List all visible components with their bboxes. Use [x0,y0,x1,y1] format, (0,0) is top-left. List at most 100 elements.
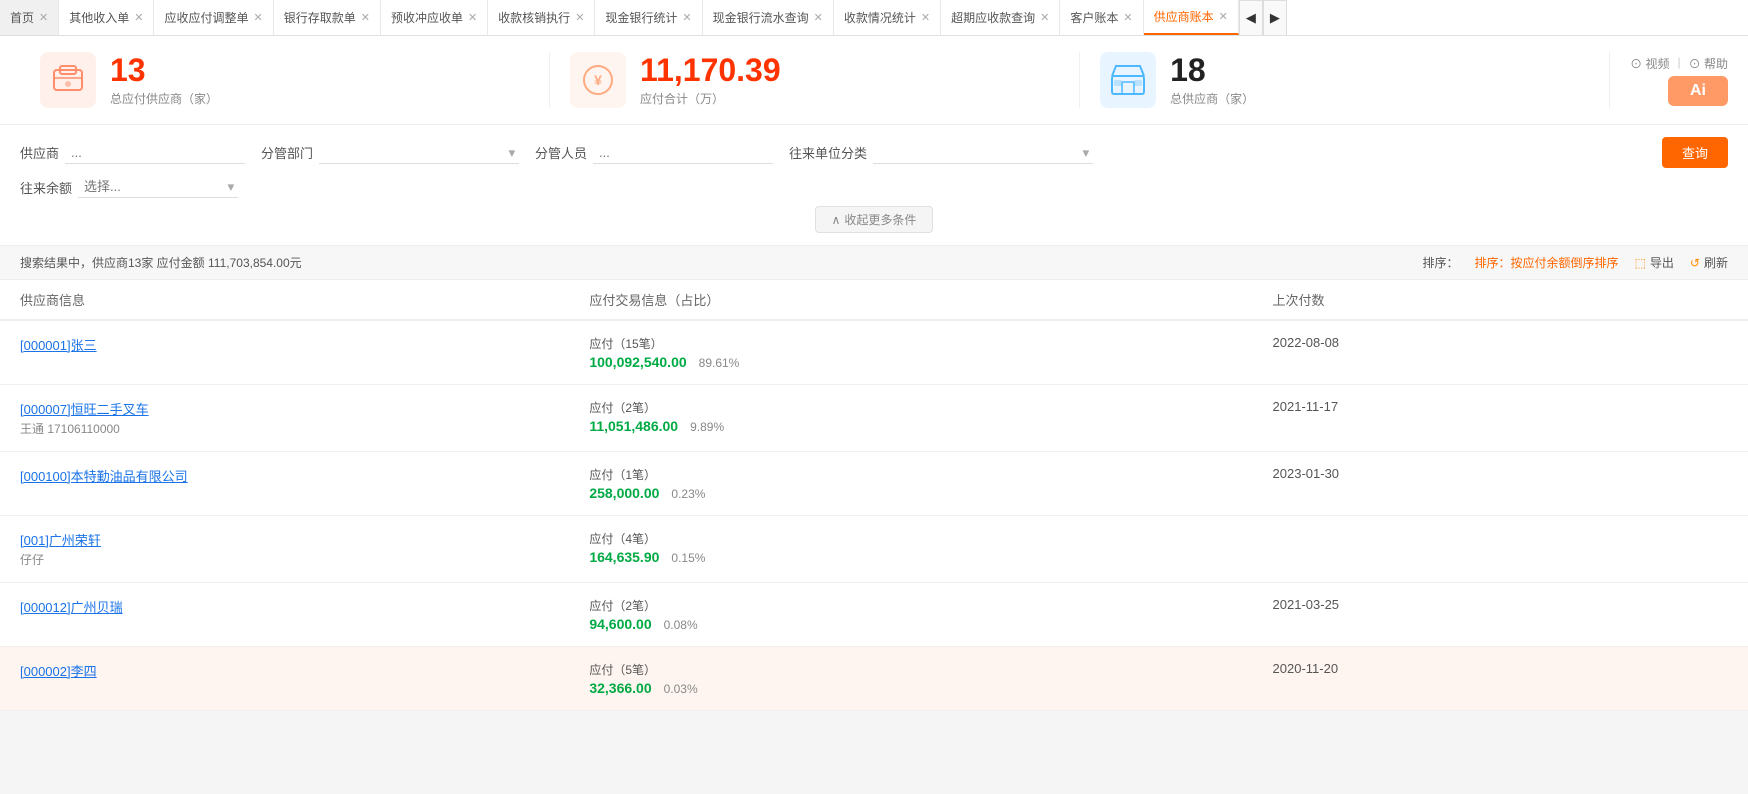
nav-tab-overdue-ar-close[interactable]: ✕ [1040,11,1049,24]
nav-tab-receipt-verify-label: 收款核销执行 [498,9,570,26]
header-help-row: ⊙ 视频 | ⊙ 帮助 [1630,55,1728,72]
nav-tab-ar-ap-adjust-label: 应收应付调整单 [164,9,248,26]
nav-tab-cash-bank-flow[interactable]: 现金银行流水查询 ✕ [703,0,834,35]
trans-amount-row: 32,366.00 0.03% [589,678,1272,696]
nav-tab-receipt-stat-label: 收款情况统计 [844,9,916,26]
trans-amount: 94,600.00 [589,616,651,632]
trans-label: 应付（2笔） [589,399,1272,416]
balance-dropdown-icon[interactable]: ▾ [227,179,234,195]
nav-tab-supplier-ledger[interactable]: 供应商账本 ✕ [1144,0,1239,35]
stat2-number: 11,170.39 [640,54,781,86]
stat3-text: 18 总供应商（家） [1170,54,1254,107]
data-table: 供应商信息 应付交易信息（占比） 上次付数 [000001]张三 应付（15笔）… [0,280,1748,711]
results-bar: 搜索结果中，供应商13家 应付金额 111,703,854.00元 排序： 排序… [0,246,1748,280]
col-header-lastpay: 上次付数 [1273,290,1728,309]
nav-tab-supplier-ledger-close[interactable]: ✕ [1219,10,1228,23]
supplier-sub-info: 仔仔 [20,551,589,568]
supplier-link[interactable]: [000100]本特勤油品有限公司 [20,469,188,484]
filter-category: 往来单位分类 ▾ [789,142,1093,164]
nav-right-arrow[interactable]: ▶ [1263,0,1287,36]
nav-tab-home[interactable]: 首页 ✕ [0,0,59,35]
trans-amount: 100,092,540.00 [589,354,686,370]
supplier-info-col: [001]广州荣轩 仔仔 [20,530,589,568]
stat1-text: 13 总应付供应商（家） [110,54,218,107]
stat1-number: 13 [110,54,218,86]
supplier-link[interactable]: [000001]张三 [20,338,97,353]
balance-select[interactable] [78,176,238,198]
supplier-info-col: [000012]广州贝瑞 [20,597,589,616]
nav-tab-ar-ap-adjust-close[interactable]: ✕ [253,11,262,24]
balance-select-wrap: ▾ [78,176,238,198]
nav-tab-receipt-stat-close[interactable]: ✕ [921,11,930,24]
supplier-sub-info: 王通 17106110000 [20,420,589,437]
export-button[interactable]: ⬚ 导出 [1635,254,1674,271]
nav-tab-overdue-ar[interactable]: 超期应收款查询 ✕ [941,0,1060,35]
stat-total-suppliers: 18 总供应商（家） [1080,52,1610,108]
stat2-text: 11,170.39 应付合计（万） [640,54,781,107]
search-button[interactable]: 查询 [1662,137,1728,168]
nav-tab-customer-ledger-close[interactable]: ✕ [1123,11,1132,24]
transaction-col: 应付（2笔） 11,051,486.00 9.89% [589,399,1272,434]
nav-tab-bank-deposit-label: 银行存取款单 [284,9,356,26]
stat-total-payable-amount: ¥ 11,170.39 应付合计（万） [550,52,1080,108]
nav-tab-receipt-verify[interactable]: 收款核销执行 ✕ [488,0,595,35]
trans-amount-row: 94,600.00 0.08% [589,614,1272,632]
trans-amount-row: 100,092,540.00 89.61% [589,352,1272,370]
dept-dropdown-icon[interactable]: ▾ [509,145,516,161]
stat3-number: 18 [1170,54,1254,86]
trans-amount-row: 164,635.90 0.15% [589,547,1272,565]
nav-tab-receipt-stat[interactable]: 收款情况统计 ✕ [834,0,941,35]
nav-left-arrow[interactable]: ◀ [1239,0,1263,36]
stat-icon-suppliers [40,52,96,108]
nav-tab-bank-deposit-close[interactable]: ✕ [361,11,370,24]
supplier-info-col: [000002]李四 [20,661,589,680]
supplier-link[interactable]: [000002]李四 [20,664,97,679]
transaction-col: 应付（4笔） 164,635.90 0.15% [589,530,1272,565]
transaction-col: 应付（1笔） 258,000.00 0.23% [589,466,1272,501]
nav-tab-prepay-offset[interactable]: 预收冲应收单 ✕ [381,0,488,35]
nav-tab-cash-bank-stat[interactable]: 现金银行统计 ✕ [595,0,702,35]
trans-amount: 164,635.90 [589,549,659,565]
last-pay-col: 2020-11-20 [1273,661,1728,676]
last-pay-col: 2022-08-08 [1273,335,1728,350]
col-header-supplier: 供应商信息 [20,290,589,309]
trans-amount-row: 11,051,486.00 9.89% [589,416,1272,434]
supplier-link[interactable]: [001]广州荣轩 [20,533,101,548]
nav-tab-other-income-close[interactable]: ✕ [134,11,143,24]
video-link[interactable]: ⊙ 视频 [1630,55,1669,72]
nav-tab-cash-bank-stat-close[interactable]: ✕ [682,11,691,24]
nav-tab-receipt-verify-close[interactable]: ✕ [575,11,584,24]
category-dropdown-icon[interactable]: ▾ [1083,145,1090,161]
refresh-button[interactable]: ↺ 刷新 [1690,254,1728,271]
nav-tab-bank-deposit[interactable]: 银行存取款单 ✕ [274,0,381,35]
results-text: 搜索结果中，供应商13家 应付金额 111,703,854.00元 [20,254,302,271]
nav-tab-cash-bank-flow-close[interactable]: ✕ [814,11,823,24]
nav-tab-ar-ap-adjust[interactable]: 应收应付调整单 ✕ [154,0,273,35]
category-select[interactable] [873,142,1093,164]
nav-tab-overdue-ar-label: 超期应收款查询 [951,9,1035,26]
supplier-link[interactable]: [000007]恒旺二手叉车 [20,402,149,417]
dept-select[interactable] [319,142,519,164]
table-row: [000007]恒旺二手叉车 王通 17106110000 应付（2笔） 11,… [0,385,1748,452]
person-input[interactable] [593,142,773,164]
nav-tab-home-close[interactable]: ✕ [39,11,48,24]
stat1-label: 总应付供应商（家） [110,90,218,107]
collapse-button[interactable]: ∧ 收起更多条件 [815,206,934,233]
filter-area: 供应商 分管部门 ▾ 分管人员 往来单位分类 ▾ 查询 往来余额 [0,125,1748,246]
filter-supplier: 供应商 [20,142,245,164]
help-link[interactable]: ⊙ 帮助 [1689,55,1728,72]
supplier-input[interactable] [65,142,245,164]
collapse-label: 收起更多条件 [844,211,916,228]
trans-percent: 0.15% [671,551,705,565]
supplier-link[interactable]: [000012]广州贝瑞 [20,600,123,615]
ai-badge[interactable]: Ai [1668,76,1728,106]
nav-tab-prepay-offset-close[interactable]: ✕ [468,11,477,24]
nav-tab-other-income[interactable]: 其他收入单 ✕ [59,0,154,35]
filter-balance: 往来余额 ▾ [20,176,238,198]
nav-tab-customer-ledger[interactable]: 客户账本 ✕ [1060,0,1143,35]
sort-value[interactable]: 排序：按应付余额倒序排序 [1475,254,1619,271]
stat2-label: 应付合计（万） [640,90,781,107]
sort-label: 排序： [1423,254,1459,271]
header-stats: 13 总应付供应商（家） ¥ 11,170.39 应付合计（万） [0,36,1748,125]
last-pay-col: 2021-03-25 [1273,597,1728,612]
